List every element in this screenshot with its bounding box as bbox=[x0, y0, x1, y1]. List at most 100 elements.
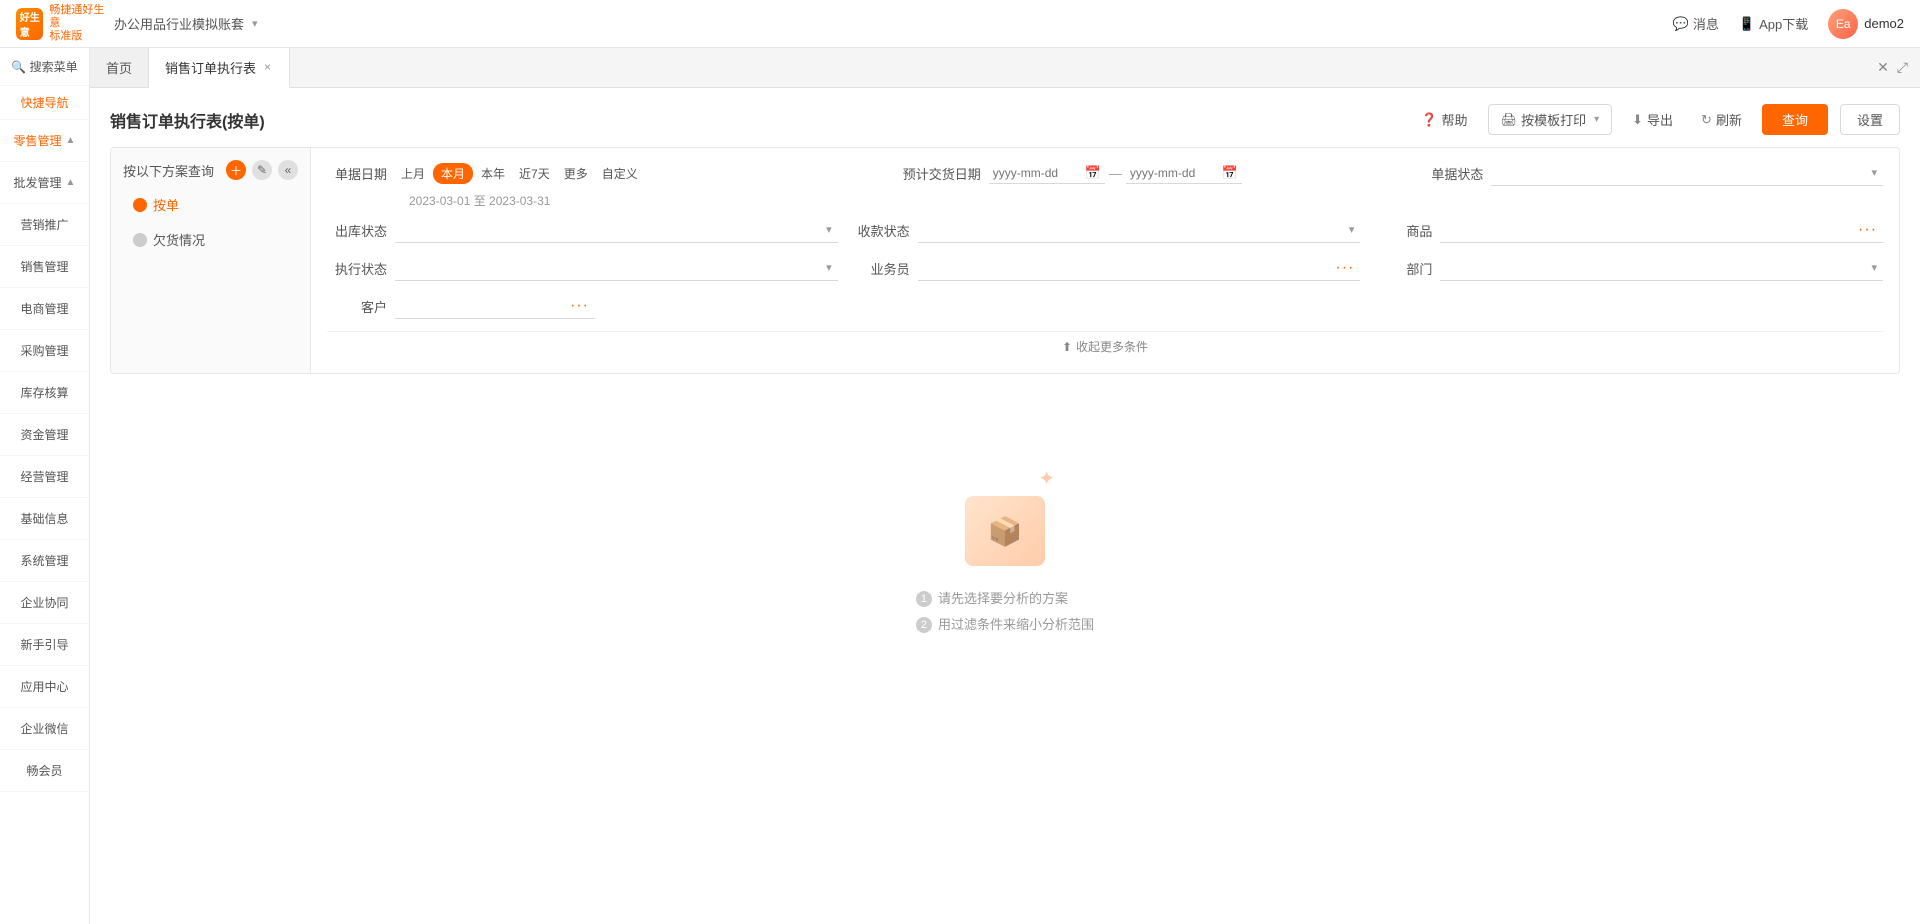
settings-btn[interactable]: 设置 bbox=[1840, 104, 1900, 135]
period-more[interactable]: 更多 bbox=[558, 163, 594, 184]
sidebar-item-sales[interactable]: 销售管理 bbox=[0, 246, 89, 288]
collapse-bar: ⬆ 收起更多条件 bbox=[327, 331, 1883, 361]
sidebar-item-ecom[interactable]: 电商管理 bbox=[0, 288, 89, 330]
salesman-dots[interactable]: ··· bbox=[1335, 259, 1354, 277]
header-title-area: 办公用品行业模拟账套 ▾ bbox=[106, 14, 1673, 33]
sidebar-retail-expand: ▲ bbox=[66, 135, 76, 146]
date-range-display: 2023-03-01 至 2023-03-31 bbox=[409, 192, 550, 209]
sidebar-item-system[interactable]: 系统管理 bbox=[0, 540, 89, 582]
goods-select[interactable]: ··· bbox=[1440, 217, 1883, 243]
sub-menu-by-debt[interactable]: 欠货情况 bbox=[123, 223, 298, 256]
tab-close-action[interactable]: ✕ bbox=[1877, 59, 1889, 76]
customer-select[interactable]: ··· bbox=[395, 293, 595, 319]
doc-status-select[interactable]: ▾ bbox=[1491, 160, 1883, 186]
tab-home[interactable]: 首页 bbox=[90, 48, 149, 87]
sidebar-item-newbie[interactable]: 新手引导 bbox=[0, 624, 89, 666]
sidebar-item-enterprise[interactable]: 企业协同 bbox=[0, 582, 89, 624]
sidebar-item-purchase[interactable]: 采购管理 bbox=[0, 330, 89, 372]
filter-date-field: 单据日期 上月 本月 本年 近7天 更多 自定义 bbox=[327, 163, 889, 184]
salesman-select[interactable]: ··· bbox=[918, 255, 1361, 281]
top-header: 好生意 畅捷通好生意 标准版 办公用品行业模拟账套 ▾ 💬 消息 📱 App下载… bbox=[0, 0, 1920, 48]
tip-text-2: 用过滤条件来缩小分析范围 bbox=[938, 612, 1094, 638]
message-icon: 💬 bbox=[1673, 16, 1689, 32]
expected-date-start-wrap: 📅 bbox=[989, 163, 1105, 184]
collapse-label: 收起更多条件 bbox=[1076, 338, 1148, 355]
query-btn[interactable]: 查询 bbox=[1762, 104, 1828, 135]
date-range-display-row: 2023-03-01 至 2023-03-31 bbox=[327, 190, 1883, 209]
exec-status-select[interactable]: ▾ bbox=[395, 255, 838, 281]
app-download-icon: 📱 bbox=[1739, 16, 1755, 32]
filter-scheme-label: 按以下方案查询 bbox=[123, 161, 214, 180]
period-cur-month[interactable]: 本月 bbox=[433, 163, 473, 184]
sidebar-item-member[interactable]: 畅会员 bbox=[0, 750, 89, 792]
outbound-select[interactable]: ▾ bbox=[395, 217, 838, 243]
tab-expand-action[interactable]: ⤢ bbox=[1897, 59, 1908, 76]
sidebar-item-finance[interactable]: 资金管理 bbox=[0, 414, 89, 456]
avatar: Ea bbox=[1828, 9, 1858, 39]
help-icon: ❓ bbox=[1421, 112, 1437, 128]
tab-sales-exec-close[interactable]: × bbox=[262, 59, 273, 75]
refresh-label: 刷新 bbox=[1716, 110, 1742, 129]
sidebar-item-basic[interactable]: 基础信息 bbox=[0, 498, 89, 540]
sidebar-item-appstore[interactable]: 应用中心 bbox=[0, 666, 89, 708]
department-select[interactable]: ▾ bbox=[1440, 255, 1883, 281]
sub-menu-by-order[interactable]: 按单 bbox=[123, 188, 298, 221]
exec-status-arrow: ▾ bbox=[826, 261, 832, 274]
expected-date-end-input[interactable] bbox=[1130, 166, 1220, 180]
filter-scheme-panel: 按以下方案查询 ＋ ✎ « 按单 欠货情况 bbox=[111, 148, 311, 373]
template-print-btn[interactable]: 🖨 按模板打印 ▾ bbox=[1488, 104, 1613, 135]
app-download-btn[interactable]: 📱 App下载 bbox=[1739, 14, 1808, 33]
help-btn[interactable]: ❓ 帮助 bbox=[1413, 106, 1475, 133]
sidebar-wholesale-expand: ▲ bbox=[66, 177, 76, 188]
expected-date-start-icon[interactable]: 📅 bbox=[1085, 165, 1101, 181]
tab-sales-exec-label: 销售订单执行表 bbox=[165, 58, 256, 77]
sidebar-item-operations[interactable]: 经营管理 bbox=[0, 456, 89, 498]
collapse-scheme-btn[interactable]: « bbox=[278, 160, 298, 180]
date-label: 单据日期 bbox=[327, 164, 387, 183]
export-icon: ⬇ bbox=[1632, 112, 1643, 128]
receipt-select[interactable]: ▾ bbox=[918, 217, 1361, 243]
sidebar-item-retail[interactable]: 零售管理 ▲ bbox=[0, 120, 89, 162]
header-dropdown-icon[interactable]: ▾ bbox=[252, 17, 258, 30]
header-title-text: 办公用品行业模拟账套 bbox=[114, 14, 244, 33]
export-btn[interactable]: ⬇ 导出 bbox=[1624, 106, 1681, 133]
filter-fields: 单据日期 上月 本月 本年 近7天 更多 自定义 bbox=[311, 148, 1899, 373]
period-custom[interactable]: 自定义 bbox=[596, 163, 644, 184]
by-debt-label: 欠货情况 bbox=[153, 230, 205, 249]
user-name: demo2 bbox=[1864, 16, 1904, 31]
expected-date-end-icon[interactable]: 📅 bbox=[1222, 165, 1238, 181]
sidebar-search[interactable]: 🔍 搜索菜单 bbox=[0, 48, 89, 86]
sidebar-item-inventory[interactable]: 库存核算 bbox=[0, 372, 89, 414]
empty-icon-wrap: 📦 ✦ bbox=[955, 466, 1055, 566]
message-label: 消息 bbox=[1693, 14, 1719, 33]
customer-dots[interactable]: ··· bbox=[570, 297, 589, 315]
goods-dots[interactable]: ··· bbox=[1858, 221, 1877, 239]
period-7days[interactable]: 近7天 bbox=[513, 163, 556, 184]
sidebar-item-wechat[interactable]: 企业微信 bbox=[0, 708, 89, 750]
filter-panel: 按以下方案查询 ＋ ✎ « 按单 欠货情况 bbox=[110, 147, 1900, 374]
empty-sparkle: ✦ bbox=[1038, 466, 1055, 491]
page-actions: ❓ 帮助 🖨 按模板打印 ▾ ⬇ 导出 ↻ 刷新 bbox=[1413, 104, 1900, 135]
period-prev-month[interactable]: 上月 bbox=[395, 163, 431, 184]
print-icon: 🖨 bbox=[1501, 112, 1518, 128]
sidebar-item-wholesale[interactable]: 批发管理 ▲ bbox=[0, 162, 89, 204]
period-cur-year[interactable]: 本年 bbox=[475, 163, 511, 184]
logo-text: 畅捷通好生意 标准版 bbox=[49, 4, 106, 44]
add-scheme-btn[interactable]: ＋ bbox=[226, 160, 246, 180]
collapse-btn[interactable]: ⬆ 收起更多条件 bbox=[1062, 338, 1148, 355]
tab-sales-exec[interactable]: 销售订单执行表 × bbox=[149, 48, 290, 88]
sidebar-wholesale-label: 批发管理 bbox=[14, 174, 62, 191]
receipt-label: 收款状态 bbox=[850, 221, 910, 240]
tip-item-1: 1 请先选择要分析的方案 bbox=[916, 586, 1094, 612]
filter-row-2: 出库状态 ▾ 收款状态 ▾ bbox=[327, 217, 1883, 243]
edit-scheme-btn[interactable]: ✎ bbox=[252, 160, 272, 180]
sidebar-item-marketing[interactable]: 营销推广 bbox=[0, 204, 89, 246]
refresh-btn[interactable]: ↻ 刷新 bbox=[1693, 106, 1750, 133]
user-info[interactable]: Ea demo2 bbox=[1828, 9, 1904, 39]
message-btn[interactable]: 💬 消息 bbox=[1673, 14, 1719, 33]
expected-date-start-input[interactable] bbox=[993, 166, 1083, 180]
expected-date-label: 预计交货日期 bbox=[901, 164, 981, 183]
sidebar-quick-nav[interactable]: 快捷导航 bbox=[0, 86, 89, 120]
date-separator: — bbox=[1105, 166, 1126, 181]
filter-salesman-field: 业务员 ··· bbox=[850, 255, 1361, 281]
